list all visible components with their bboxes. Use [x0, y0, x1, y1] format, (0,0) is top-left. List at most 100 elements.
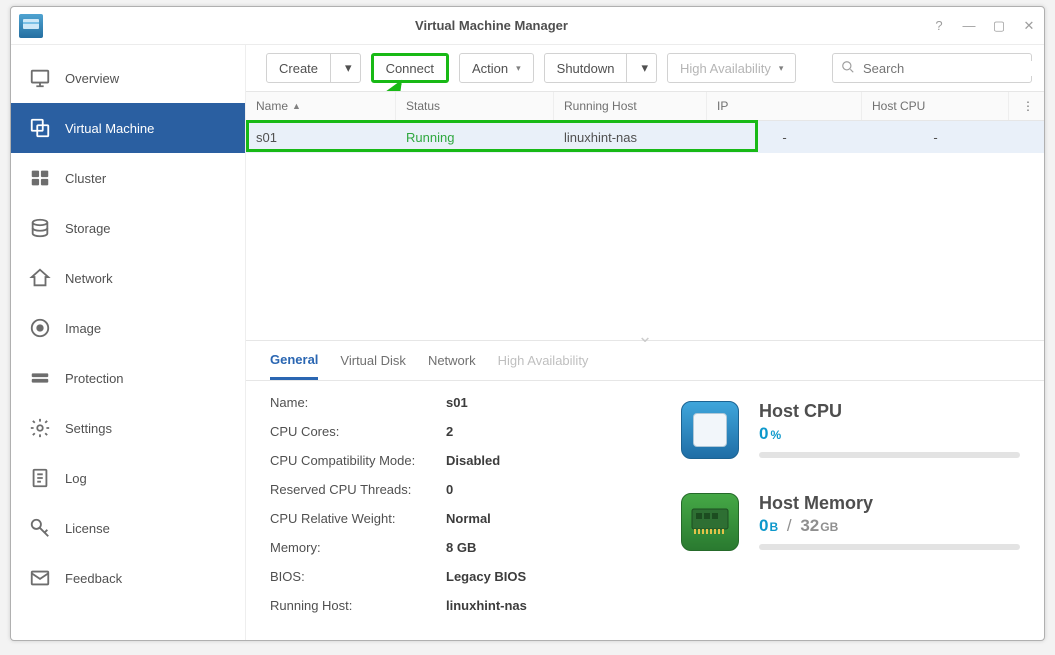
- mail-icon: [29, 567, 51, 589]
- table-header: Name▲ Status Running Host IP Host CPU ⋮: [246, 91, 1044, 121]
- panel-resize-handle[interactable]: ⌄: [246, 332, 1044, 340]
- connect-button[interactable]: Connect: [371, 53, 449, 83]
- toolbar: Create ▾ Connect Action▾ Shutdown ▾ High…: [246, 45, 1044, 91]
- stats-panel: Host CPU 0%: [641, 381, 1044, 640]
- sidebar-item-overview[interactable]: Overview: [11, 53, 245, 103]
- app-icon: [19, 14, 43, 38]
- shutdown-button[interactable]: Shutdown ▾: [544, 53, 657, 83]
- tab-high-availability: High Availability: [498, 343, 589, 378]
- col-ip[interactable]: IP: [707, 92, 862, 120]
- cell-host: linuxhint-nas: [554, 130, 707, 145]
- prop-weight-key: CPU Relative Weight:: [270, 511, 446, 526]
- prop-rhost-val: linuxhint-nas: [446, 598, 527, 613]
- sidebar-item-label: Network: [65, 271, 113, 286]
- cell-status: Running: [396, 130, 554, 145]
- sidebar-item-label: Log: [65, 471, 87, 486]
- prop-cores-val: 2: [446, 424, 453, 439]
- cpu-icon: [681, 401, 739, 459]
- sidebar-item-label: Protection: [65, 371, 124, 386]
- sidebar-item-storage[interactable]: Storage: [11, 203, 245, 253]
- search-icon: [841, 60, 855, 77]
- sort-asc-icon: ▲: [292, 101, 301, 111]
- host-cpu-title: Host CPU: [759, 401, 1020, 422]
- table-row[interactable]: s01 Running linuxhint-nas - -: [246, 121, 1044, 153]
- chevron-down-icon[interactable]: ▾: [337, 54, 360, 82]
- sidebar-item-image[interactable]: Image: [11, 303, 245, 353]
- log-icon: [29, 467, 51, 489]
- chevron-down-icon: ▾: [516, 63, 521, 74]
- maximize-icon[interactable]: ▢: [992, 18, 1006, 34]
- vm-icon: [29, 117, 51, 139]
- image-icon: [29, 317, 51, 339]
- prop-bios-key: BIOS:: [270, 569, 446, 584]
- sidebar-item-log[interactable]: Log: [11, 453, 245, 503]
- prop-compat-val: Disabled: [446, 453, 500, 468]
- host-cpu-value: 0%: [759, 424, 1020, 444]
- host-memory-title: Host Memory: [759, 493, 1020, 514]
- detail-panel: General Virtual Disk Network High Availa…: [246, 340, 1044, 640]
- prop-name-val: s01: [446, 395, 468, 410]
- sidebar-item-label: Image: [65, 321, 101, 336]
- protection-icon: [29, 367, 51, 389]
- close-icon[interactable]: ✕: [1022, 18, 1036, 34]
- sidebar-item-feedback[interactable]: Feedback: [11, 553, 245, 603]
- cell-ip: -: [707, 130, 862, 145]
- sidebar-item-label: Overview: [65, 71, 119, 86]
- prop-rthreads-val: 0: [446, 482, 453, 497]
- prop-rhost-key: Running Host:: [270, 598, 446, 613]
- sidebar-item-label: License: [65, 521, 110, 536]
- help-icon[interactable]: ?: [932, 18, 946, 33]
- storage-icon: [29, 217, 51, 239]
- search-field[interactable]: [863, 61, 1039, 76]
- host-memory-bar: [759, 544, 1020, 550]
- sidebar-item-network[interactable]: Network: [11, 253, 245, 303]
- create-button[interactable]: Create ▾: [266, 53, 361, 83]
- sidebar-item-license[interactable]: License: [11, 503, 245, 553]
- sidebar-item-cluster[interactable]: Cluster: [11, 153, 245, 203]
- sidebar-item-protection[interactable]: Protection: [11, 353, 245, 403]
- search-input[interactable]: [832, 53, 1032, 83]
- tab-virtual-disk[interactable]: Virtual Disk: [340, 343, 406, 378]
- cell-cpu: -: [862, 130, 1009, 145]
- sidebar-item-settings[interactable]: Settings: [11, 403, 245, 453]
- prop-rthreads-key: Reserved CPU Threads:: [270, 482, 446, 497]
- sidebar-item-label: Settings: [65, 421, 112, 436]
- cell-name: s01: [246, 130, 396, 145]
- action-button[interactable]: Action▾: [459, 53, 534, 83]
- col-host-cpu[interactable]: Host CPU: [862, 92, 1009, 120]
- minimize-icon[interactable]: —: [962, 18, 976, 33]
- properties-list: Name:s01 CPU Cores:2 CPU Compatibility M…: [246, 381, 641, 640]
- prop-bios-val: Legacy BIOS: [446, 569, 526, 584]
- prop-mem-val: 8 GB: [446, 540, 476, 555]
- key-icon: [29, 517, 51, 539]
- tab-general[interactable]: General: [270, 342, 318, 380]
- col-name[interactable]: Name▲: [246, 92, 396, 120]
- prop-mem-key: Memory:: [270, 540, 446, 555]
- sidebar-item-label: Feedback: [65, 571, 122, 586]
- prop-name-key: Name:: [270, 395, 446, 410]
- col-running-host[interactable]: Running Host: [554, 92, 707, 120]
- prop-cores-key: CPU Cores:: [270, 424, 446, 439]
- gear-icon: [29, 417, 51, 439]
- sidebar-item-label: Storage: [65, 221, 111, 236]
- memory-icon: [681, 493, 739, 551]
- overview-icon: [29, 67, 51, 89]
- sidebar-item-label: Cluster: [65, 171, 106, 186]
- sidebar: Overview Virtual Machine Cluster Storage…: [11, 45, 246, 640]
- tab-network[interactable]: Network: [428, 343, 476, 378]
- sidebar-item-label: Virtual Machine: [65, 121, 154, 136]
- high-availability-button[interactable]: High Availability▾: [667, 53, 796, 83]
- network-icon: [29, 267, 51, 289]
- host-memory-value: 0B / 32GB: [759, 516, 1020, 536]
- host-cpu-bar: [759, 452, 1020, 458]
- chevron-down-icon: ▾: [779, 63, 784, 74]
- sidebar-item-virtual-machine[interactable]: Virtual Machine: [11, 103, 245, 153]
- cluster-icon: [29, 167, 51, 189]
- prop-weight-val: Normal: [446, 511, 491, 526]
- window-title: Virtual Machine Manager: [51, 18, 932, 33]
- chevron-down-icon[interactable]: ▾: [633, 54, 656, 82]
- col-status[interactable]: Status: [396, 92, 554, 120]
- titlebar: Virtual Machine Manager ? — ▢ ✕: [11, 7, 1044, 45]
- prop-compat-key: CPU Compatibility Mode:: [270, 453, 446, 468]
- col-more-icon[interactable]: ⋮: [1009, 92, 1044, 120]
